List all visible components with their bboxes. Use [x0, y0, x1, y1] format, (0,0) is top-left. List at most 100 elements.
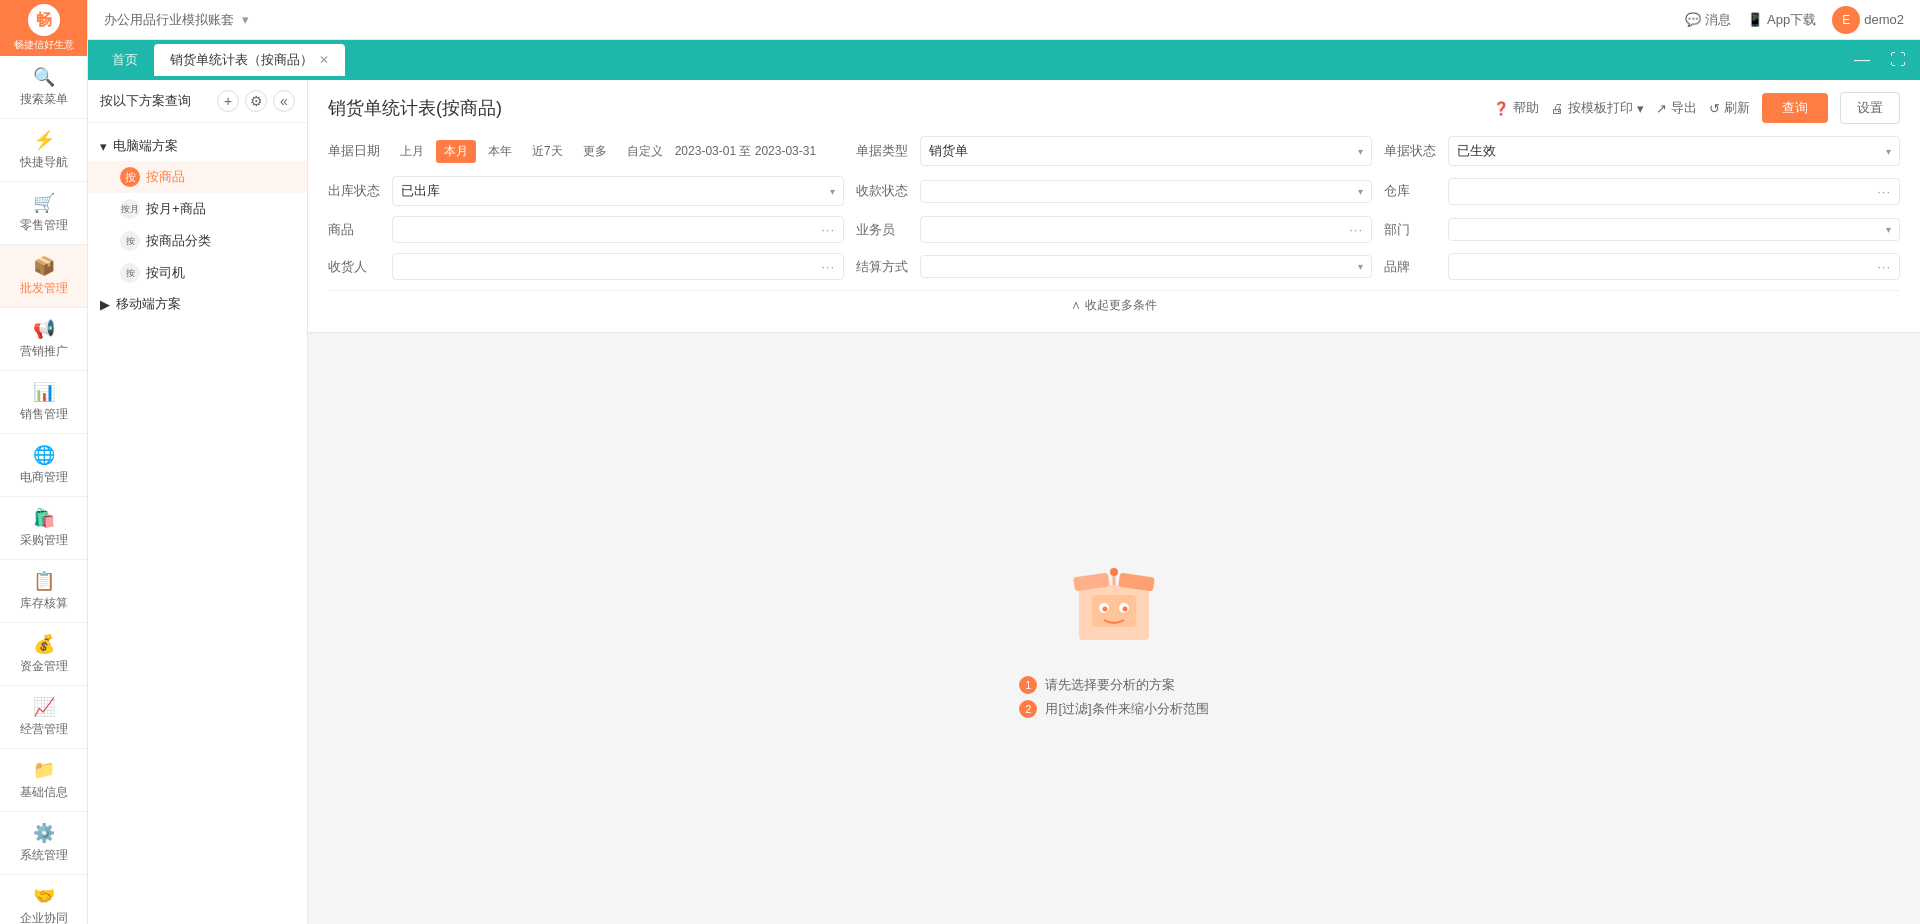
sidebar-item-label: 采购管理 [20, 532, 68, 549]
print-dropdown-icon: ▾ [1637, 101, 1644, 116]
search-icon: 🔍 [33, 66, 55, 88]
help-btn[interactable]: ❓ 帮助 [1493, 99, 1539, 117]
wholesale-icon: 📦 [33, 255, 55, 277]
export-label: 导出 [1671, 99, 1697, 117]
status-label: 单据状态 [1384, 142, 1440, 160]
dept-select[interactable]: ▾ [1448, 218, 1900, 241]
tree-child-by-category[interactable]: 按 按商品分类 [88, 225, 307, 257]
sidebar: 畅 畅捷信好生意 🔍 搜索菜单 ⚡ 快捷导航 🛒 零售管理 📦 批发管理 📢 营… [0, 0, 88, 924]
status-select[interactable]: 已生效 ▾ [1448, 136, 1900, 166]
sidebar-item-ecommerce[interactable]: 🌐 电商管理 [0, 434, 88, 497]
refresh-icon: ↺ [1709, 101, 1720, 116]
sidebar-item-finance[interactable]: 💰 资金管理 [0, 623, 88, 686]
logo-icon: 畅 [28, 4, 60, 36]
workspace-dropdown-icon[interactable]: ▾ [242, 12, 249, 27]
pay-select[interactable]: ▾ [920, 180, 1372, 203]
date-tab-current-year[interactable]: 本年 [480, 140, 520, 163]
goods-dots: ··· [821, 222, 835, 237]
tab-close-icon[interactable]: ✕ [319, 53, 329, 67]
sidebar-item-label: 营销推广 [20, 343, 68, 360]
date-tab-custom[interactable]: 自定义 [619, 140, 671, 163]
staff-dots: ··· [1349, 222, 1363, 237]
sidebar-item-wholesale[interactable]: 📦 批发管理 [0, 245, 88, 308]
message-btn[interactable]: 💬 消息 [1685, 11, 1731, 29]
sidebar-item-quick-nav[interactable]: ⚡ 快捷导航 [0, 119, 88, 182]
empty-tip-2: 2 用[过滤]条件来缩小分析范围 [1019, 700, 1208, 718]
tree-parent-desktop[interactable]: ▾ 电脑端方案 [88, 131, 307, 161]
tree-child-by-month-goods[interactable]: 按月 按月+商品 [88, 193, 307, 225]
brand-label: 品牌 [1384, 258, 1440, 276]
tree-child-label: 按商品 [146, 168, 185, 186]
refresh-btn[interactable]: ↺ 刷新 [1709, 99, 1750, 117]
left-panel-actions: + ⚙ « [217, 90, 295, 112]
svg-point-6 [1103, 606, 1108, 611]
print-btn[interactable]: 🖨 按模板打印 ▾ [1551, 99, 1644, 117]
filter-stock: 出库状态 已出库 ▾ [328, 176, 844, 206]
sidebar-item-purchase[interactable]: 🛍️ 采购管理 [0, 497, 88, 560]
user-menu[interactable]: E demo2 [1832, 6, 1904, 34]
sidebar-item-label: 电商管理 [20, 469, 68, 486]
sidebar-item-inventory[interactable]: 📋 库存核算 [0, 560, 88, 623]
date-tab-prev-month[interactable]: 上月 [392, 140, 432, 163]
dept-label: 部门 [1384, 221, 1440, 239]
sidebar-item-label: 经营管理 [20, 721, 68, 738]
app-download-icon: 📱 [1747, 12, 1763, 27]
date-tab-current-month[interactable]: 本月 [436, 140, 476, 163]
tip-num-1: 1 [1019, 676, 1037, 694]
date-tab-7days[interactable]: 近7天 [524, 140, 571, 163]
collapse-bar[interactable]: ∧ 收起更多条件 [328, 290, 1900, 320]
settings-btn[interactable]: 设置 [1840, 92, 1900, 124]
staff-input[interactable]: ··· [920, 216, 1372, 243]
sidebar-item-marketing[interactable]: 📢 营销推广 [0, 308, 88, 371]
tab-minimize-btn[interactable]: — [1848, 46, 1876, 74]
tab-active[interactable]: 销货单统计表（按商品） ✕ [154, 44, 345, 76]
date-tab-more[interactable]: 更多 [575, 140, 615, 163]
tab-home[interactable]: 首页 [96, 44, 154, 76]
add-scheme-btn[interactable]: + [217, 90, 239, 112]
collapse-panel-btn[interactable]: « [273, 90, 295, 112]
filter-brand: 品牌 ··· [1384, 253, 1900, 280]
doc-type-select[interactable]: 销货单 ▾ [920, 136, 1372, 166]
dept-caret: ▾ [1886, 224, 1891, 235]
staff-label: 业务员 [856, 221, 912, 239]
warehouse-input[interactable]: ··· [1448, 178, 1900, 205]
stock-select[interactable]: 已出库 ▾ [392, 176, 844, 206]
sidebar-item-system[interactable]: ⚙️ 系统管理 [0, 812, 88, 875]
purchase-icon: 🛍️ [33, 507, 55, 529]
sidebar-item-enterprise[interactable]: 🤝 企业协同 [0, 875, 88, 924]
tree-child-by-cashier[interactable]: 按 按司机 [88, 257, 307, 289]
scheme-icon-by-goods: 按 [120, 167, 140, 187]
brand-input[interactable]: ··· [1448, 253, 1900, 280]
pay-method-select[interactable]: ▾ [920, 255, 1372, 278]
tab-expand-btn[interactable]: ⛶ [1884, 46, 1912, 74]
filter-warehouse: 仓库 ··· [1384, 178, 1900, 205]
goods-input[interactable]: ··· [392, 216, 844, 243]
sidebar-item-sales[interactable]: 📊 销售管理 [0, 371, 88, 434]
tree-child-label: 按商品分类 [146, 232, 211, 250]
filter-goods: 商品 ··· [328, 216, 844, 243]
empty-illustration [1054, 540, 1174, 660]
warehouse-label: 仓库 [1384, 182, 1440, 200]
tree-expand-icon-mobile: ▶ [100, 297, 110, 312]
filter-status: 单据状态 已生效 ▾ [1384, 136, 1900, 166]
tree-expand-icon: ▾ [100, 139, 107, 154]
receiver-input[interactable]: ··· [392, 253, 844, 280]
sidebar-item-business[interactable]: 📈 经营管理 [0, 686, 88, 749]
query-btn[interactable]: 查询 [1762, 93, 1828, 123]
empty-tip-1: 1 请先选择要分析的方案 [1019, 676, 1208, 694]
app-download-btn[interactable]: 📱 App下载 [1747, 11, 1816, 29]
export-btn[interactable]: ↗ 导出 [1656, 99, 1697, 117]
stock-label: 出库状态 [328, 182, 384, 200]
tree-child-by-goods[interactable]: 按 按商品 [88, 161, 307, 193]
sidebar-item-retail[interactable]: 🛒 零售管理 [0, 182, 88, 245]
scheme-icon-by-category: 按 [120, 231, 140, 251]
date-label: 单据日期 [328, 142, 384, 160]
tree-parent-mobile[interactable]: ▶ 移动端方案 [88, 289, 307, 319]
tab-home-label: 首页 [112, 51, 138, 69]
settings-scheme-btn[interactable]: ⚙ [245, 90, 267, 112]
sidebar-item-basics[interactable]: 📁 基础信息 [0, 749, 88, 812]
export-icon: ↗ [1656, 101, 1667, 116]
tree-section: ▾ 电脑端方案 按 按商品 按月 按月+商品 按 按商品分类 按 按司机 [88, 123, 307, 327]
doc-type-value: 销货单 [929, 142, 968, 160]
sidebar-item-search-menu[interactable]: 🔍 搜索菜单 [0, 56, 88, 119]
